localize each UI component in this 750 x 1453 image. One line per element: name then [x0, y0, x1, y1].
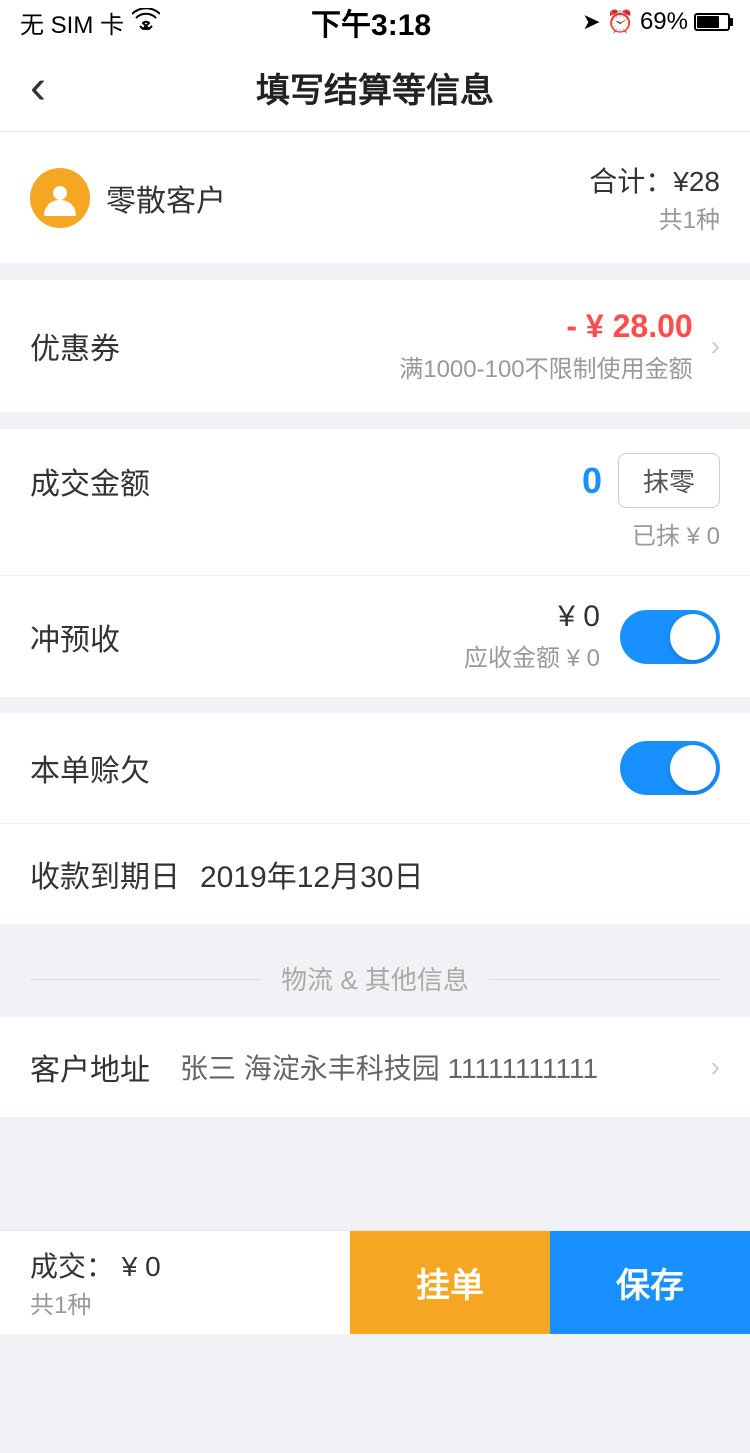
- coupon-label: 优惠券: [30, 324, 120, 368]
- duedate-inner: 收款到期日 2019年12月30日: [30, 852, 720, 896]
- status-right: ➤ ⏰ 69%: [582, 8, 730, 36]
- battery-percent: 69%: [640, 8, 688, 36]
- deal-right-top: 0 抹零: [582, 453, 720, 508]
- coupon-values: - ¥ 28.00 满1000-100不限制使用金额: [399, 308, 692, 384]
- carrier-text: 无 SIM 卡: [20, 5, 124, 40]
- debt-toggle-knob: [670, 745, 716, 791]
- customer-section: 零散客户 合计：¥28 共1种: [0, 132, 750, 263]
- location-icon: ➤: [582, 9, 600, 35]
- customer-name: 零散客户: [106, 176, 226, 220]
- bottom-count: 共1种: [30, 1285, 350, 1320]
- logistics-header-text: 物流 & 其他信息: [261, 965, 489, 995]
- prepay-toggle[interactable]: [620, 610, 720, 664]
- back-button[interactable]: ‹: [30, 60, 46, 115]
- nav-bar: ‹ 填写结算等信息: [0, 44, 750, 132]
- status-bar: 无 SIM 卡 下午3:18 ➤ ⏰ 69%: [0, 0, 750, 44]
- address-label: 客户地址: [30, 1045, 150, 1089]
- bottom-deal-row: 成交： ¥ 0: [30, 1245, 350, 1285]
- status-left: 无 SIM 卡: [20, 5, 160, 40]
- coupon-discount-value: - ¥ 28.00: [399, 308, 692, 345]
- divider-1: [0, 924, 750, 940]
- address-value: 张三 海淀永丰科技园 11111111111: [180, 1047, 705, 1087]
- bottom-deal-label: 成交：: [30, 1251, 114, 1282]
- duedate-value: 2019年12月30日: [200, 852, 423, 896]
- coupon-discount-note: 满1000-100不限制使用金额: [399, 349, 692, 384]
- deal-sub-text: 已抹 ¥ 0: [30, 516, 720, 551]
- prepay-values: ¥ 0 应收金额 ¥ 0: [464, 600, 600, 673]
- bottom-deal-amount: ¥ 0: [122, 1251, 161, 1282]
- toggle-knob: [670, 614, 716, 660]
- deal-amount-value: 0: [582, 460, 602, 502]
- coupon-row[interactable]: 优惠券 - ¥ 28.00 满1000-100不限制使用金额 ›: [0, 279, 750, 412]
- debt-section: 本单赊欠 收款到期日 2019年12月30日: [0, 713, 750, 924]
- battery-icon: [694, 13, 730, 31]
- customer-row: 零散客户 合计：¥28 共1种: [0, 132, 750, 263]
- debt-toggle[interactable]: [620, 741, 720, 795]
- prepay-sub: 应收金额 ¥ 0: [464, 638, 600, 673]
- deal-top: 成交金额 0 抹零: [30, 453, 720, 508]
- deal-amount-row: 成交金额 0 抹零 已抹 ¥ 0: [0, 428, 750, 575]
- coupon-section[interactable]: 优惠券 - ¥ 28.00 满1000-100不限制使用金额 ›: [0, 279, 750, 412]
- prepay-amount: ¥ 0: [464, 600, 600, 634]
- customer-total: 合计：¥28: [589, 160, 720, 200]
- address-section[interactable]: 客户地址 张三 海淀永丰科技园 11111111111 ›: [0, 1017, 750, 1117]
- alarm-icon: ⏰: [607, 9, 634, 35]
- duedate-label: 收款到期日: [30, 852, 180, 896]
- customer-count: 共1种: [589, 200, 720, 235]
- duedate-row: 收款到期日 2019年12月30日: [0, 823, 750, 924]
- pending-button[interactable]: 挂单: [350, 1231, 550, 1334]
- save-button[interactable]: 保存: [550, 1231, 750, 1334]
- prepay-right: ¥ 0 应收金额 ¥ 0: [464, 600, 720, 673]
- customer-left: 零散客户: [30, 168, 226, 228]
- customer-avatar: [30, 168, 90, 228]
- debt-label: 本单赊欠: [30, 746, 150, 790]
- prepay-label: 冲预收: [30, 615, 120, 659]
- address-row[interactable]: 客户地址 张三 海淀永丰科技园 11111111111 ›: [0, 1017, 750, 1117]
- bottom-bar: 成交： ¥ 0 共1种 挂单 保存: [0, 1230, 750, 1334]
- bottom-info: 成交： ¥ 0 共1种: [0, 1231, 350, 1334]
- logistics-header: 物流 & 其他信息: [0, 940, 750, 1017]
- address-chevron: ›: [711, 1051, 720, 1083]
- prepay-row: 冲预收 ¥ 0 应收金额 ¥ 0: [0, 575, 750, 697]
- status-time: 下午3:18: [311, 0, 431, 44]
- deal-label: 成交金额: [30, 459, 150, 503]
- coupon-chevron: ›: [711, 330, 720, 362]
- page-title: 填写结算等信息: [256, 63, 494, 112]
- coupon-right: - ¥ 28.00 满1000-100不限制使用金额 ›: [399, 308, 720, 384]
- customer-right: 合计：¥28 共1种: [589, 160, 720, 235]
- debt-row: 本单赊欠: [0, 713, 750, 823]
- round-zero-button[interactable]: 抹零: [618, 453, 720, 508]
- wifi-icon: [132, 8, 160, 37]
- deal-section: 成交金额 0 抹零 已抹 ¥ 0 冲预收 ¥ 0 应收金额 ¥ 0: [0, 428, 750, 697]
